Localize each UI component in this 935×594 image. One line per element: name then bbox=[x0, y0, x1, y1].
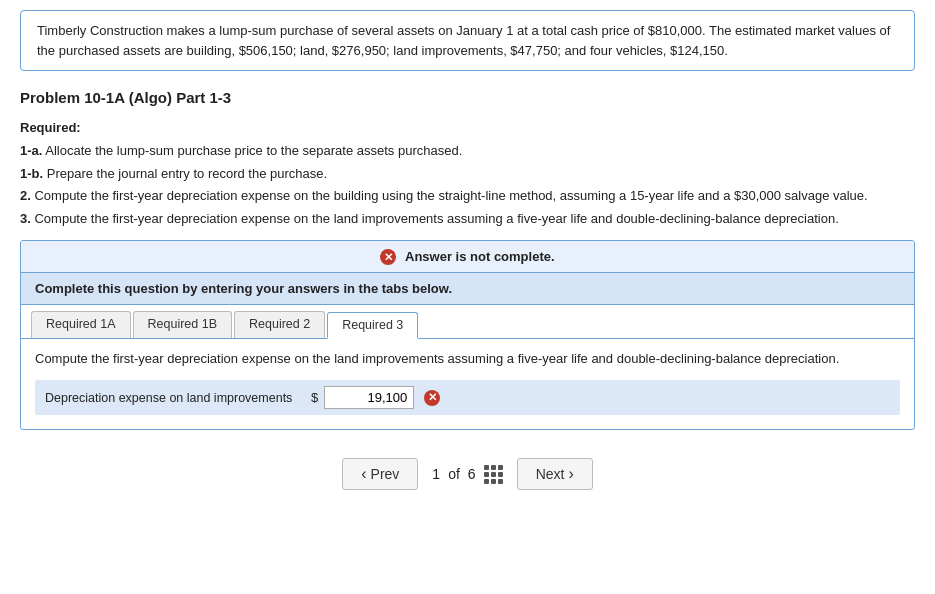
chevron-left-icon bbox=[361, 465, 366, 483]
required-item-3: 3. Compute the first-year depreciation e… bbox=[20, 209, 915, 230]
pagination-bar: Prev 1 of 6 Next bbox=[20, 458, 915, 490]
tab-required-3[interactable]: Required 3 bbox=[327, 312, 418, 339]
answer-error-icon: ✕ bbox=[380, 249, 396, 265]
page-current: 1 bbox=[432, 466, 440, 482]
answer-status-box: ✕ Answer is not complete. Complete this … bbox=[20, 240, 915, 430]
page-total: 6 bbox=[468, 466, 476, 482]
answer-status-text: Answer is not complete. bbox=[405, 249, 555, 264]
next-button[interactable]: Next bbox=[517, 458, 593, 490]
currency-symbol: $ bbox=[311, 390, 318, 405]
input-label: Depreciation expense on land improvement… bbox=[45, 391, 305, 405]
page-info: 1 of 6 bbox=[432, 465, 502, 484]
depreciation-expense-input[interactable] bbox=[324, 386, 414, 409]
input-row: Depreciation expense on land improvement… bbox=[35, 380, 900, 415]
problem-context-box: Timberly Construction makes a lump-sum p… bbox=[20, 10, 915, 71]
answer-status-bar: ✕ Answer is not complete. bbox=[21, 241, 914, 273]
tab-content-required-3: Compute the first-year depreciation expe… bbox=[21, 339, 914, 430]
prev-label: Prev bbox=[371, 466, 400, 482]
next-label: Next bbox=[536, 466, 565, 482]
prev-button[interactable]: Prev bbox=[342, 458, 418, 490]
tabs-row: Required 1A Required 1B Required 2 Requi… bbox=[21, 305, 914, 339]
tab-required-1a[interactable]: Required 1A bbox=[31, 311, 131, 338]
required-heading: Required: bbox=[20, 120, 81, 135]
tab-content-description: Compute the first-year depreciation expe… bbox=[35, 349, 900, 369]
input-error-icon: ✕ bbox=[424, 390, 440, 406]
required-item-2: 2. Compute the first-year depreciation e… bbox=[20, 186, 915, 207]
required-section: Required: 1-a. Allocate the lump-sum pur… bbox=[20, 118, 915, 230]
required-item-1a: 1-a. Allocate the lump-sum purchase pric… bbox=[20, 141, 915, 162]
required-item-1b: 1-b. Prepare the journal entry to record… bbox=[20, 164, 915, 185]
tab-required-2[interactable]: Required 2 bbox=[234, 311, 325, 338]
grid-icon[interactable] bbox=[484, 465, 503, 484]
tab-required-1b[interactable]: Required 1B bbox=[133, 311, 233, 338]
problem-context-text: Timberly Construction makes a lump-sum p… bbox=[37, 21, 898, 60]
problem-title: Problem 10-1A (Algo) Part 1-3 bbox=[20, 89, 915, 106]
page-separator: of bbox=[448, 466, 460, 482]
chevron-right-icon bbox=[568, 465, 573, 483]
complete-instruction: Complete this question by entering your … bbox=[21, 273, 914, 305]
